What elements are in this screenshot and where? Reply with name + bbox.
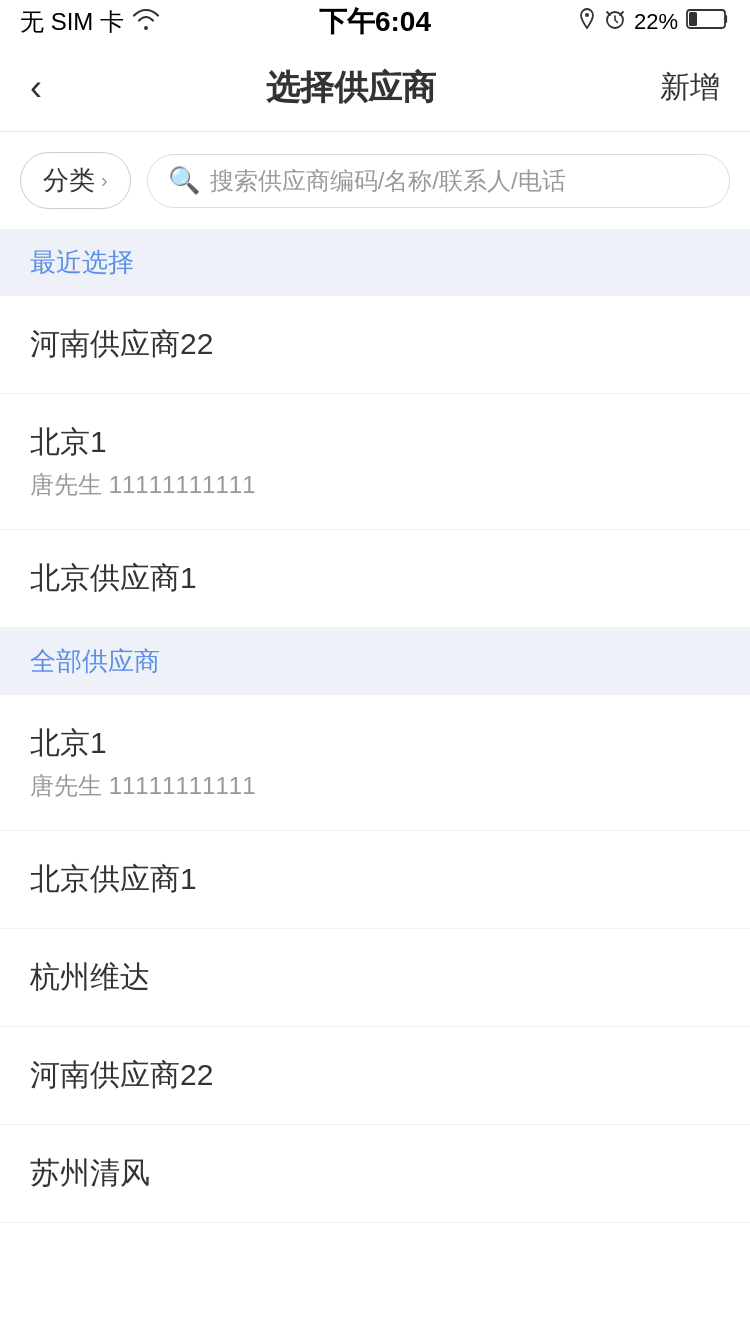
nav-bar: ‹ 选择供应商 新增 <box>0 44 750 132</box>
status-bar: 无 SIM 卡 下午6:04 22% <box>0 0 750 44</box>
battery-icon <box>686 8 730 36</box>
status-time: 下午6:04 <box>319 3 431 41</box>
status-left: 无 SIM 卡 <box>20 6 160 38</box>
filter-bar: 分类 › 🔍 搜索供应商编码/名称/联系人/电话 <box>0 132 750 229</box>
item-name: 河南供应商22 <box>30 1055 720 1096</box>
search-placeholder: 搜索供应商编码/名称/联系人/电话 <box>210 165 566 197</box>
section-header-recent: 最近选择 <box>0 229 750 296</box>
item-name: 杭州维达 <box>30 957 720 998</box>
new-action-button[interactable]: 新增 <box>660 67 720 108</box>
item-name: 苏州清风 <box>30 1153 720 1194</box>
item-name: 河南供应商22 <box>30 324 720 365</box>
alarm-icon <box>604 8 626 36</box>
search-box[interactable]: 🔍 搜索供应商编码/名称/联系人/电话 <box>147 154 730 208</box>
list-item[interactable]: 河南供应商22 <box>0 1027 750 1125</box>
section-header-all: 全部供应商 <box>0 628 750 695</box>
list-item[interactable]: 北京供应商1 <box>0 530 750 628</box>
item-name: 北京1 <box>30 422 720 463</box>
list-item[interactable]: 河南供应商22 <box>0 296 750 394</box>
list-item[interactable]: 苏州清风 <box>0 1125 750 1223</box>
location-icon <box>578 8 596 36</box>
category-button[interactable]: 分类 › <box>20 152 131 209</box>
back-button[interactable]: ‹ <box>30 67 42 109</box>
list-item[interactable]: 北京1 唐先生 11111111111 <box>0 394 750 530</box>
search-icon: 🔍 <box>168 165 200 196</box>
item-sub: 唐先生 11111111111 <box>30 469 720 501</box>
sim-text: 无 SIM 卡 <box>20 6 124 38</box>
nav-title: 选择供应商 <box>266 65 436 111</box>
chevron-right-icon: › <box>101 169 108 192</box>
status-right: 22% <box>578 8 730 36</box>
battery-percent: 22% <box>634 9 678 35</box>
item-name: 北京供应商1 <box>30 859 720 900</box>
list-item[interactable]: 北京供应商1 <box>0 831 750 929</box>
item-name: 北京1 <box>30 723 720 764</box>
item-sub: 唐先生 11111111111 <box>30 770 720 802</box>
category-label: 分类 <box>43 163 95 198</box>
svg-point-0 <box>585 13 589 17</box>
item-name: 北京供应商1 <box>30 558 720 599</box>
wifi-icon <box>132 8 160 36</box>
list-item[interactable]: 北京1 唐先生 11111111111 <box>0 695 750 831</box>
supplier-list: 最近选择河南供应商22 北京1 唐先生 11111111111 北京供应商1 全部供应商… <box>0 229 750 1223</box>
svg-rect-3 <box>689 12 697 26</box>
list-item[interactable]: 杭州维达 <box>0 929 750 1027</box>
